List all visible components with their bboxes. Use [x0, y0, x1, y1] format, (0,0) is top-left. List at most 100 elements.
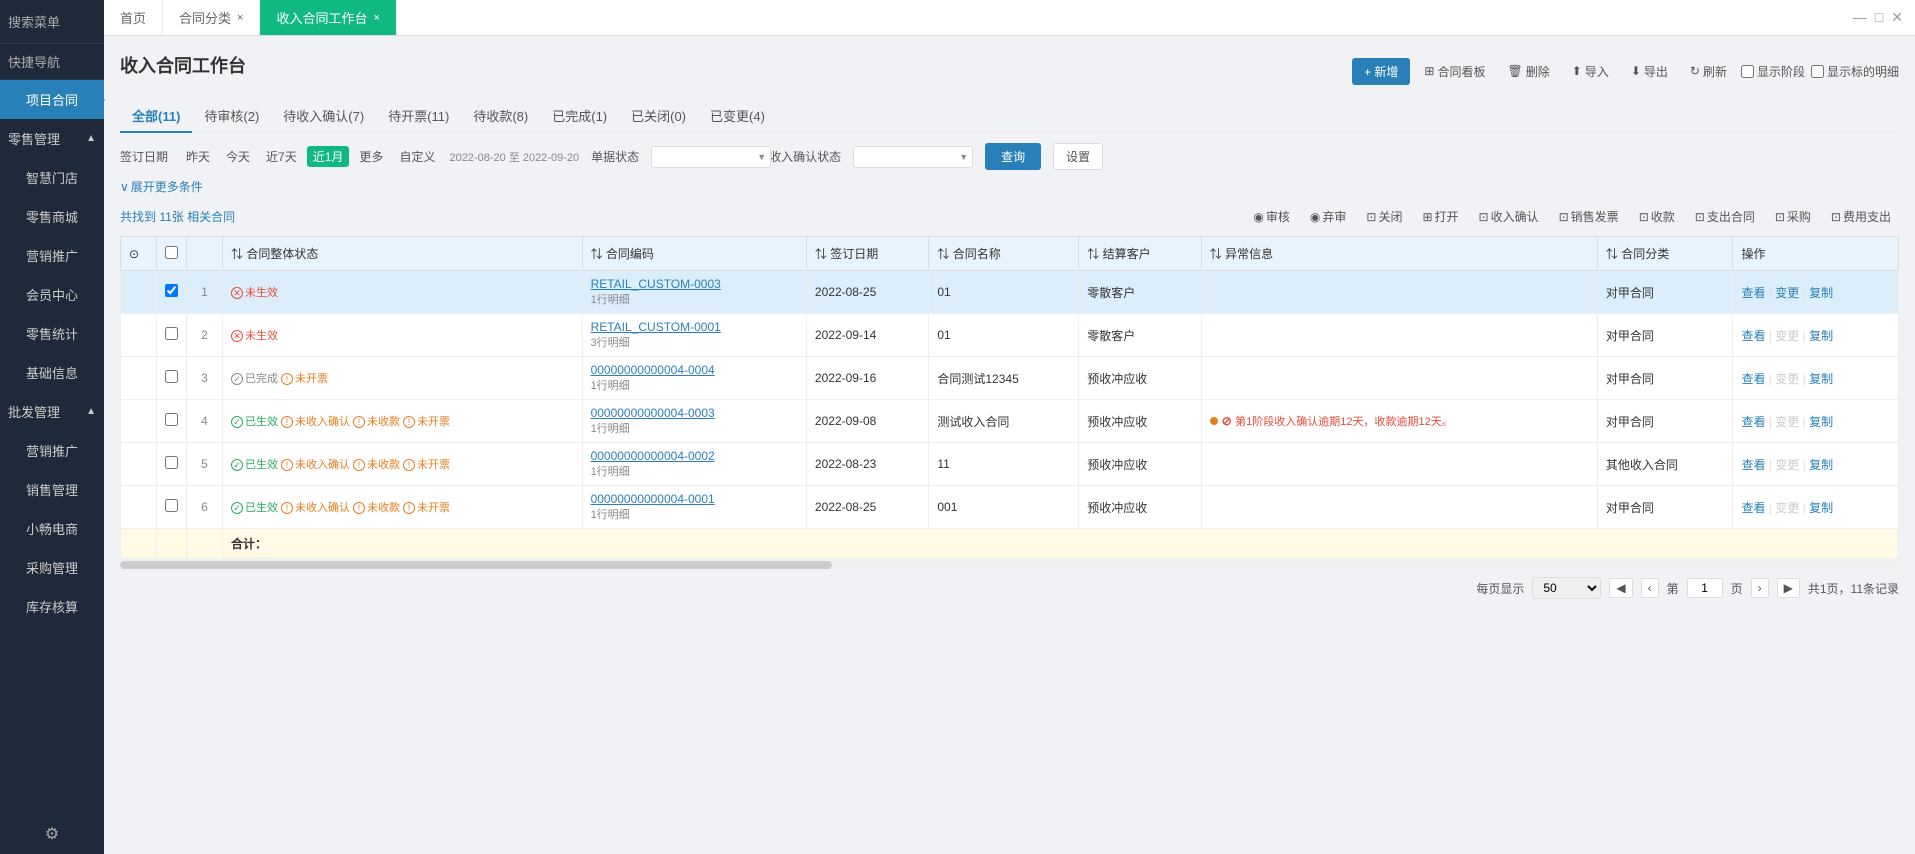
setting-button[interactable]: 设置: [1053, 143, 1103, 170]
action-income-confirm-btn[interactable]: ⊡ 收入确认: [1471, 205, 1547, 228]
view-action-link[interactable]: 查看: [1741, 415, 1765, 429]
tab-income-contract[interactable]: 收入合同工作台 ×: [260, 0, 396, 35]
copy-action-link[interactable]: 复制: [1809, 415, 1833, 429]
action-open-btn[interactable]: ⊞ 打开: [1414, 205, 1466, 228]
row-checkbox[interactable]: [157, 357, 187, 400]
status-tab-closed[interactable]: 已关闭(0): [619, 100, 698, 133]
action-invoice-btn[interactable]: ⊡ 销售发票: [1551, 205, 1627, 228]
copy-action-link[interactable]: 复制: [1809, 329, 1833, 343]
sidebar-item-ecommerce[interactable]: 小畅电商: [0, 509, 104, 548]
page-input[interactable]: [1687, 578, 1723, 598]
sidebar-item-sales-mgmt[interactable]: 销售管理: [0, 470, 104, 509]
page-size-select[interactable]: 102050100: [1532, 577, 1601, 599]
row-settings[interactable]: [121, 400, 157, 443]
today-btn[interactable]: 今天: [220, 146, 256, 167]
copy-action-link[interactable]: 复制: [1809, 458, 1833, 472]
row-select-checkbox[interactable]: [165, 327, 178, 340]
view-action-link[interactable]: 查看: [1741, 286, 1765, 300]
row-settings[interactable]: [121, 357, 157, 400]
col-code-header[interactable]: ⇅ 合同编码: [582, 237, 806, 271]
row-settings[interactable]: [121, 271, 157, 314]
close-tab-contract-category[interactable]: ×: [237, 12, 243, 24]
sidebar-item-contract[interactable]: 项目合同: [0, 80, 104, 119]
contract-link[interactable]: 00000000000004-0002: [591, 449, 798, 463]
row-settings[interactable]: [121, 314, 157, 357]
maximize-button[interactable]: □: [1875, 9, 1883, 26]
export-button[interactable]: ⬇ 导出: [1623, 59, 1676, 84]
show-detail-checkbox-label[interactable]: 显示标的明细: [1811, 63, 1899, 80]
view-action-link[interactable]: 查看: [1741, 501, 1765, 515]
action-close-btn[interactable]: ⊡ 关闭: [1358, 205, 1410, 228]
action-expense-out-btn[interactable]: ⊡ 费用支出: [1823, 205, 1899, 228]
confirm-status-select[interactable]: [853, 146, 973, 168]
edit-action-link[interactable]: 变更: [1775, 286, 1799, 300]
sidebar-item-marketing[interactable]: 营销推广: [0, 236, 104, 275]
col-status-header[interactable]: ⇅ 合同整体状态: [223, 237, 583, 271]
sidebar-search[interactable]: 搜索菜单: [0, 0, 104, 44]
row-select-checkbox[interactable]: [165, 456, 178, 469]
custom-btn[interactable]: 自定义: [393, 146, 441, 167]
row-checkbox[interactable]: [157, 400, 187, 443]
col-category-header[interactable]: ⇅ 合同分类: [1597, 237, 1733, 271]
prev-page-btn[interactable]: ‹: [1641, 578, 1659, 598]
row-settings[interactable]: [121, 486, 157, 529]
action-purchase-btn[interactable]: ⊡ 采购: [1767, 205, 1819, 228]
tab-contract-category[interactable]: 合同分类 ×: [163, 0, 260, 35]
select-all-checkbox[interactable]: [165, 246, 178, 259]
contract-link[interactable]: 00000000000004-0001: [591, 492, 798, 506]
contract-link[interactable]: 00000000000004-0004: [591, 363, 798, 377]
last1m-btn[interactable]: 近1月: [307, 146, 350, 167]
last-page-btn[interactable]: ▶: [1777, 578, 1800, 598]
sidebar-item-marketing2[interactable]: 营销推广: [0, 431, 104, 470]
view-action-link[interactable]: 查看: [1741, 458, 1765, 472]
row-select-checkbox[interactable]: [165, 499, 178, 512]
col-settings[interactable]: ⊙: [121, 237, 157, 271]
minimize-button[interactable]: —: [1853, 9, 1867, 26]
col-abnormal-header[interactable]: ⇅ 异常信息: [1201, 237, 1597, 271]
sidebar-item-retail-mgmt[interactable]: 零售管理 ▲: [0, 119, 104, 158]
doc-status-select[interactable]: [651, 146, 771, 168]
col-checkbox-header[interactable]: [157, 237, 187, 271]
last7-btn[interactable]: 近7天: [260, 146, 303, 167]
edit-action-link[interactable]: 变更: [1775, 501, 1799, 515]
action-review-btn[interactable]: ◉ 审核: [1245, 205, 1298, 228]
query-button[interactable]: 查询: [985, 143, 1041, 170]
sidebar-item-smart-store[interactable]: 智慧门店: [0, 158, 104, 197]
col-customer-header[interactable]: ⇅ 结算客户: [1079, 237, 1201, 271]
status-tab-changed[interactable]: 已变更(4): [698, 100, 777, 133]
more-btn[interactable]: 更多: [353, 146, 389, 167]
expand-more-btn[interactable]: ∨ 展开更多条件: [120, 178, 1899, 195]
sidebar-item-member-center[interactable]: 会员中心: [0, 275, 104, 314]
row-settings[interactable]: [121, 443, 157, 486]
status-tab-all[interactable]: 全部(11): [120, 100, 192, 133]
sidebar-quick-nav[interactable]: 快捷导航: [0, 44, 104, 80]
contract-link[interactable]: 00000000000004-0003: [591, 406, 798, 420]
import-button[interactable]: ⬆ 导入: [1564, 59, 1617, 84]
status-tab-pending-confirm[interactable]: 待收入确认(7): [271, 100, 376, 133]
sidebar-item-inventory[interactable]: 库存核算: [0, 587, 104, 626]
kanban-button[interactable]: ⊞ 合同看板: [1416, 59, 1493, 84]
row-checkbox[interactable]: [157, 443, 187, 486]
refresh-button[interactable]: ↻ 刷新: [1682, 59, 1735, 84]
col-name-header[interactable]: ⇅ 合同名称: [929, 237, 1079, 271]
delete-button[interactable]: 🗑 删除: [1499, 59, 1557, 84]
row-checkbox[interactable]: [157, 486, 187, 529]
edit-action-link[interactable]: 变更: [1775, 329, 1799, 343]
sidebar-settings[interactable]: ⚙: [0, 814, 104, 854]
view-action-link[interactable]: 查看: [1741, 372, 1765, 386]
show-stage-checkbox[interactable]: [1741, 65, 1754, 78]
status-tab-completed[interactable]: 已完成(1): [540, 100, 619, 133]
sidebar-item-wholesale[interactable]: 批发管理 ▲: [0, 392, 104, 431]
contract-link[interactable]: RETAIL_CUSTOM-0001: [591, 320, 798, 334]
next-page-btn[interactable]: ›: [1751, 578, 1769, 598]
sidebar-item-purchase[interactable]: 采购管理: [0, 548, 104, 587]
row-select-checkbox[interactable]: [165, 413, 178, 426]
action-payment-btn[interactable]: ⊡ 收款: [1631, 205, 1683, 228]
contract-link[interactable]: RETAIL_CUSTOM-0003: [591, 277, 798, 291]
row-checkbox[interactable]: [157, 314, 187, 357]
col-date-header[interactable]: ⇅ 签订日期: [806, 237, 928, 271]
row-select-checkbox[interactable]: [165, 370, 178, 383]
copy-action-link[interactable]: 复制: [1809, 372, 1833, 386]
status-tab-pending-review[interactable]: 待审核(2): [192, 100, 271, 133]
close-button[interactable]: ✕: [1891, 9, 1903, 26]
